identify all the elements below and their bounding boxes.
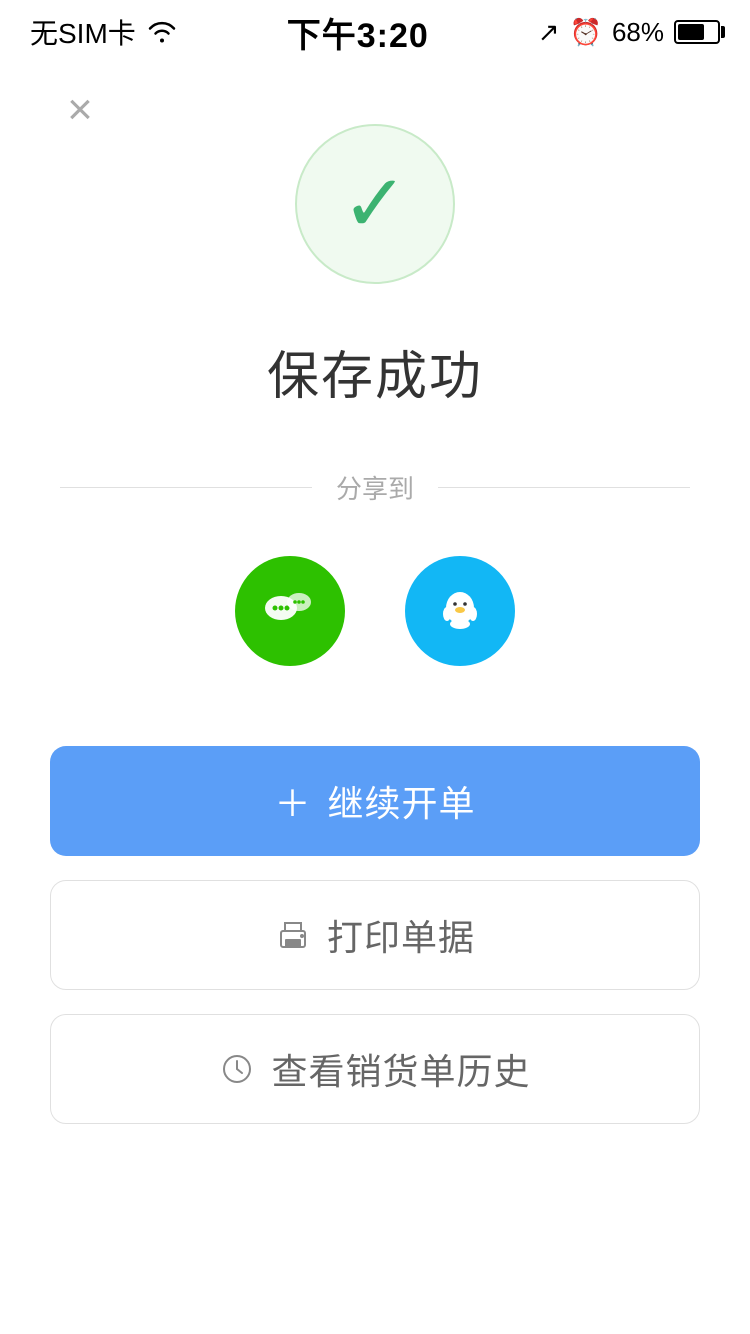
plus-icon: ＋ <box>274 775 311 827</box>
carrier-text: 无SIM卡 <box>30 12 136 52</box>
close-button[interactable]: × <box>50 80 110 140</box>
continue-button[interactable]: ＋ 继续开单 <box>50 746 700 856</box>
continue-label: 继续开单 <box>328 775 476 827</box>
battery-percentage: 68% <box>612 17 664 48</box>
history-label: 查看销货单历史 <box>271 1043 530 1095</box>
printer-icon <box>275 917 311 953</box>
share-icons <box>235 556 515 666</box>
print-button[interactable]: 打印单据 <box>50 880 700 990</box>
wechat-icon <box>257 578 323 644</box>
divider-line-right <box>438 487 690 488</box>
share-label: 分享到 <box>312 469 438 506</box>
location-icon: ↗ <box>538 17 560 48</box>
print-label: 打印单据 <box>327 909 475 961</box>
checkmark-icon: ✓ <box>341 164 408 244</box>
qq-icon <box>427 578 493 644</box>
alarm-icon: ⏰ <box>570 17 602 48</box>
qq-share-button[interactable] <box>405 556 515 666</box>
success-title: 保存成功 <box>267 334 483 409</box>
main-content: ✓ 保存成功 分享到 <box>0 64 750 1124</box>
wechat-share-button[interactable] <box>235 556 345 666</box>
success-circle: ✓ <box>295 124 455 284</box>
action-buttons: ＋ 继续开单 打印单据 查看销货单历史 <box>0 746 750 1124</box>
status-right: ↗ ⏰ 68% <box>538 17 720 48</box>
battery-icon <box>674 20 720 44</box>
history-button[interactable]: 查看销货单历史 <box>50 1014 700 1124</box>
wifi-icon <box>146 21 178 43</box>
close-icon: × <box>67 88 93 132</box>
status-left: 无SIM卡 <box>30 12 178 52</box>
status-bar: 无SIM卡 下午3:20 ↗ ⏰ 68% <box>0 0 750 64</box>
battery-fill <box>678 24 704 40</box>
time-display: 下午3:20 <box>287 8 429 57</box>
share-divider: 分享到 <box>0 469 750 506</box>
divider-line-left <box>60 487 312 488</box>
clock-icon <box>219 1051 255 1087</box>
